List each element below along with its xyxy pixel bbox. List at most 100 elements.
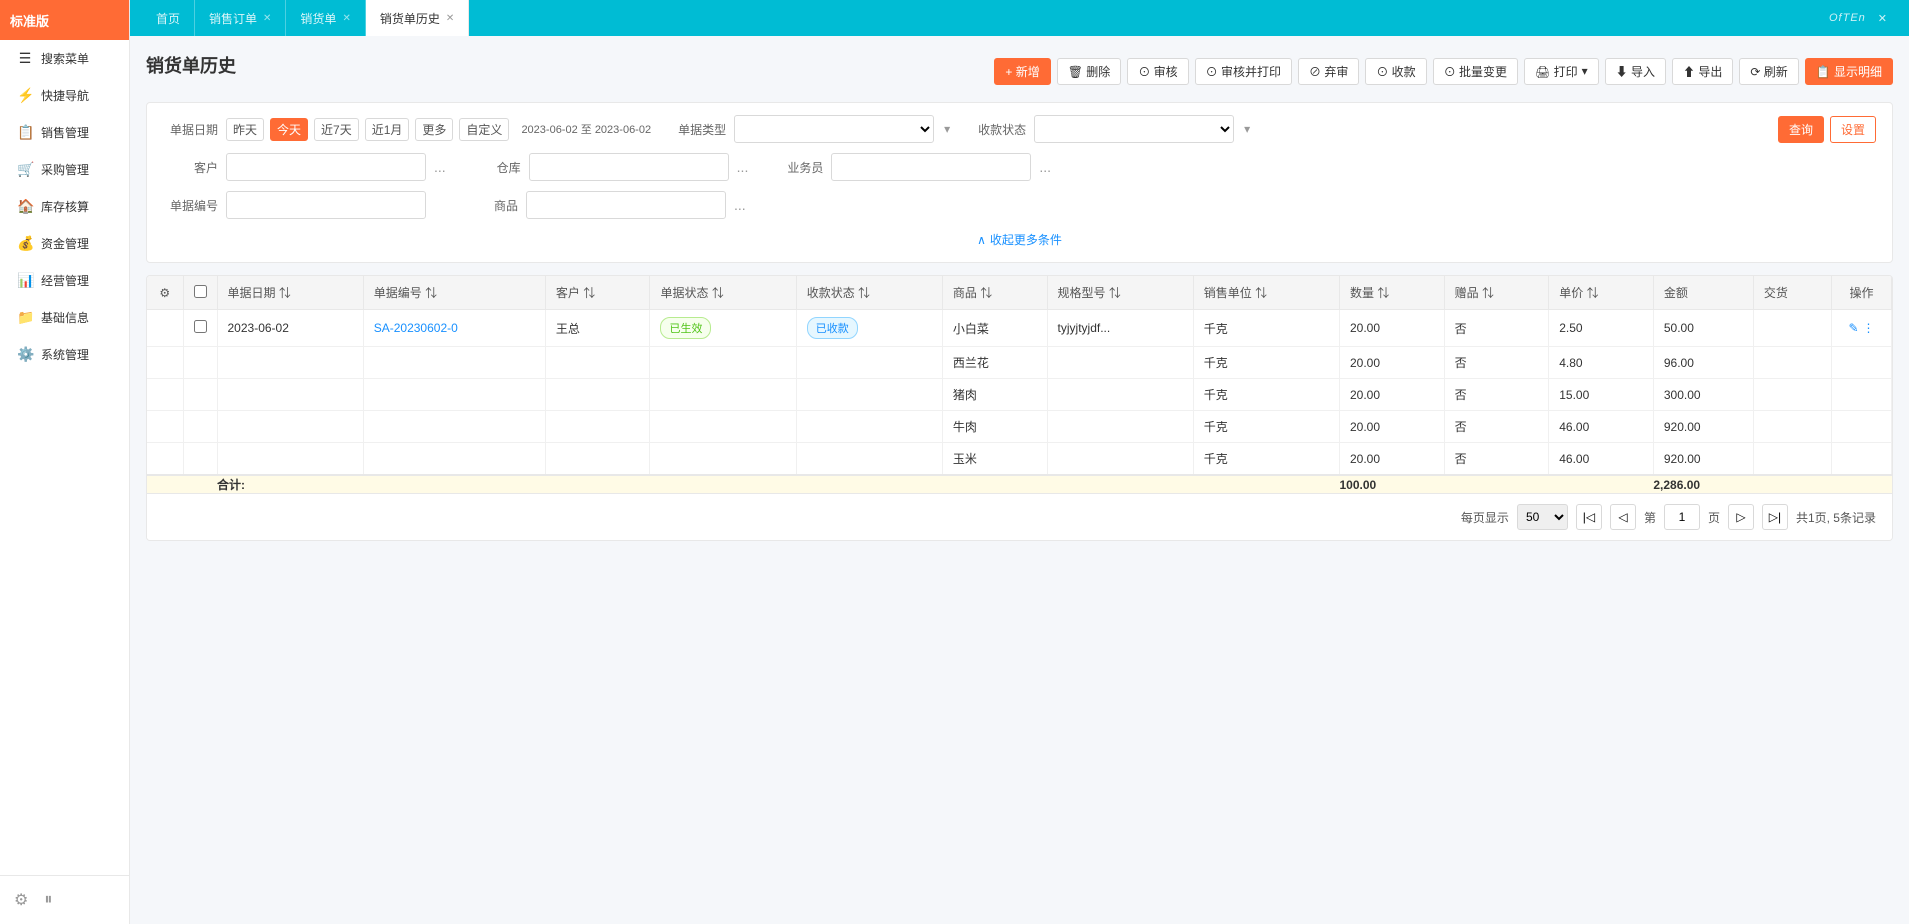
col-quantity[interactable]: 数量 ⇅ xyxy=(1339,276,1444,310)
close-window-btn[interactable]: ✕ xyxy=(1878,12,1887,25)
sidebar-item-operation-mgmt[interactable]: 📊 经营管理 xyxy=(0,262,129,299)
row-doc-no xyxy=(363,347,545,379)
collapse-bar[interactable]: ∧ 收起更多条件 xyxy=(163,229,1876,250)
doc-no-input[interactable] xyxy=(226,191,426,219)
sidebar-item-purchase-mgmt[interactable]: 🛒 采购管理 xyxy=(0,151,129,188)
sidebar-item-sales-mgmt[interactable]: 📋 销售管理 xyxy=(0,114,129,151)
warehouse-label: 仓库 xyxy=(466,159,521,176)
per-page-select[interactable]: 50 10 20 100 xyxy=(1517,504,1568,530)
show-detail-button[interactable]: 📋 显示明细 xyxy=(1805,58,1893,85)
date-btn-today[interactable]: 今天 xyxy=(270,118,308,141)
col-doc-status[interactable]: 单据状态 ⇅ xyxy=(650,276,796,310)
finance-icon: 💰 xyxy=(17,235,33,252)
row-checkbox[interactable] xyxy=(183,443,217,476)
import-button[interactable]: ⬇ 导入 xyxy=(1605,58,1666,85)
salesperson-input[interactable] xyxy=(831,153,1031,181)
col-gear[interactable]: ⚙ xyxy=(147,276,183,310)
col-doc-date[interactable]: 单据日期 ⇅ xyxy=(217,276,363,310)
select-all-checkbox[interactable] xyxy=(194,285,207,298)
row-transaction xyxy=(1753,411,1831,443)
refresh-button[interactable]: ⟳ 刷新 xyxy=(1739,58,1798,85)
sidebar-item-quick-nav[interactable]: ⚡ 快捷导航 xyxy=(0,77,129,114)
row-gift: 否 xyxy=(1444,379,1549,411)
tab-history[interactable]: 销货单历史 ✕ xyxy=(366,0,469,36)
tab-sales-delivery[interactable]: 销货单 ✕ xyxy=(286,0,365,36)
page-number-input[interactable] xyxy=(1664,504,1700,530)
row-checkbox[interactable] xyxy=(183,379,217,411)
goods-picker-icon[interactable]: ... xyxy=(734,197,746,213)
data-table-wrapper: ⚙ 单据日期 ⇅ 单据编号 ⇅ 客户 ⇅ xyxy=(146,275,1893,541)
settings-icon[interactable]: ⚙ xyxy=(14,890,28,910)
row-checkbox[interactable] xyxy=(183,347,217,379)
warehouse-picker-icon[interactable]: ... xyxy=(737,159,749,175)
tab-sales-order-close[interactable]: ✕ xyxy=(263,13,271,24)
page-first-btn[interactable]: |◁ xyxy=(1576,504,1602,530)
audit-button[interactable]: ⊙ 审核 xyxy=(1127,58,1188,85)
row-transaction xyxy=(1753,443,1831,476)
tab-history-close[interactable]: ✕ xyxy=(446,13,454,24)
date-btn-yesterday[interactable]: 昨天 xyxy=(226,118,264,141)
row-goods: 小白菜 xyxy=(942,310,1047,347)
col-unit[interactable]: 销售单位 ⇅ xyxy=(1193,276,1339,310)
date-btn-custom[interactable]: 自定义 xyxy=(459,118,509,141)
customer-input[interactable] xyxy=(226,153,426,181)
tab-sales-delivery-close[interactable]: ✕ xyxy=(342,13,350,24)
row-unit-price: 2.50 xyxy=(1549,310,1654,347)
warehouse-input[interactable] xyxy=(529,153,729,181)
col-gift[interactable]: 赠品 ⇅ xyxy=(1444,276,1549,310)
col-unit-price[interactable]: 单价 ⇅ xyxy=(1549,276,1654,310)
sidebar-bottom: ⚙ ⏸ xyxy=(0,875,129,924)
row-more-btn[interactable]: ⋮ xyxy=(1863,321,1875,335)
row-edit-btn[interactable]: ✎ xyxy=(1848,321,1858,335)
col-doc-no[interactable]: 单据编号 ⇅ xyxy=(363,276,545,310)
date-btn-1month[interactable]: 近1月 xyxy=(365,118,410,141)
export-button[interactable]: ⬆ 导出 xyxy=(1672,58,1733,85)
delete-button[interactable]: 🗑 删除 xyxy=(1057,58,1122,85)
col-goods[interactable]: 商品 ⇅ xyxy=(942,276,1047,310)
doc-type-select[interactable] xyxy=(734,115,934,143)
payment-status-select[interactable] xyxy=(1034,115,1234,143)
date-btn-more[interactable]: 更多 xyxy=(415,118,453,141)
sidebar-item-basic-info[interactable]: 📁 基础信息 xyxy=(0,299,129,336)
page-next-btn[interactable]: ▷ xyxy=(1728,504,1754,530)
query-button[interactable]: 查询 xyxy=(1778,116,1824,143)
goods-label: 商品 xyxy=(463,197,518,214)
payment-status-badge: 已收款 xyxy=(807,317,858,339)
col-payment-status[interactable]: 收款状态 ⇅ xyxy=(796,276,942,310)
col-spec[interactable]: 规格型号 ⇅ xyxy=(1047,276,1193,310)
sidebar-item-label: 库存核算 xyxy=(41,198,89,215)
abandon-button[interactable]: ⊘ 弃审 xyxy=(1298,58,1359,85)
setting-button[interactable]: 设置 xyxy=(1830,116,1876,143)
collect-button[interactable]: ⊙ 收款 xyxy=(1365,58,1426,85)
tab-home[interactable]: 首页 xyxy=(142,0,195,36)
customer-picker-icon[interactable]: ... xyxy=(434,159,446,175)
sidebar-item-search-menu[interactable]: ☰ 搜索菜单 xyxy=(0,40,129,77)
basic-info-icon: 📁 xyxy=(17,309,33,326)
date-btn-7days[interactable]: 近7天 xyxy=(314,118,359,141)
date-label: 单据日期 xyxy=(163,121,218,138)
sidebar-item-finance-mgmt[interactable]: 💰 资金管理 xyxy=(0,225,129,262)
goods-input[interactable] xyxy=(526,191,726,219)
tab-sales-order[interactable]: 销售订单 ✕ xyxy=(195,0,286,36)
salesperson-picker-icon[interactable]: ... xyxy=(1039,159,1051,175)
sidebar-item-label: 资金管理 xyxy=(41,235,89,252)
page-last-btn[interactable]: ▷| xyxy=(1762,504,1788,530)
print-dropdown-icon: ▾ xyxy=(1582,64,1588,78)
audit-print-button[interactable]: ⊙ 审核并打印 xyxy=(1195,58,1292,85)
tabs-container: 首页 销售订单 ✕ 销货单 ✕ 销货单历史 ✕ xyxy=(142,0,1829,36)
new-button[interactable]: + 新增 xyxy=(994,58,1050,85)
row-action xyxy=(1832,379,1892,411)
col-customer[interactable]: 客户 ⇅ xyxy=(545,276,650,310)
batch-change-button[interactable]: ⊙ 批量变更 xyxy=(1433,58,1518,85)
print-button[interactable]: 🖨 打印 ▾ xyxy=(1524,58,1599,85)
page-prev-btn[interactable]: ◁ xyxy=(1610,504,1636,530)
pause-icon[interactable]: ⏸ xyxy=(44,891,52,909)
sidebar-item-inventory[interactable]: 🏠 库存核算 xyxy=(0,188,129,225)
doc-no-link[interactable]: SA-20230602-0 xyxy=(374,321,458,335)
row-checkbox[interactable] xyxy=(183,310,217,347)
row-check[interactable] xyxy=(194,320,207,333)
row-checkbox[interactable] xyxy=(183,411,217,443)
sidebar-item-system-mgmt[interactable]: ⚙️ 系统管理 xyxy=(0,336,129,373)
filter-item-payment-status: 收款状态 ▾ xyxy=(971,115,1251,143)
col-action: 操作 xyxy=(1832,276,1892,310)
